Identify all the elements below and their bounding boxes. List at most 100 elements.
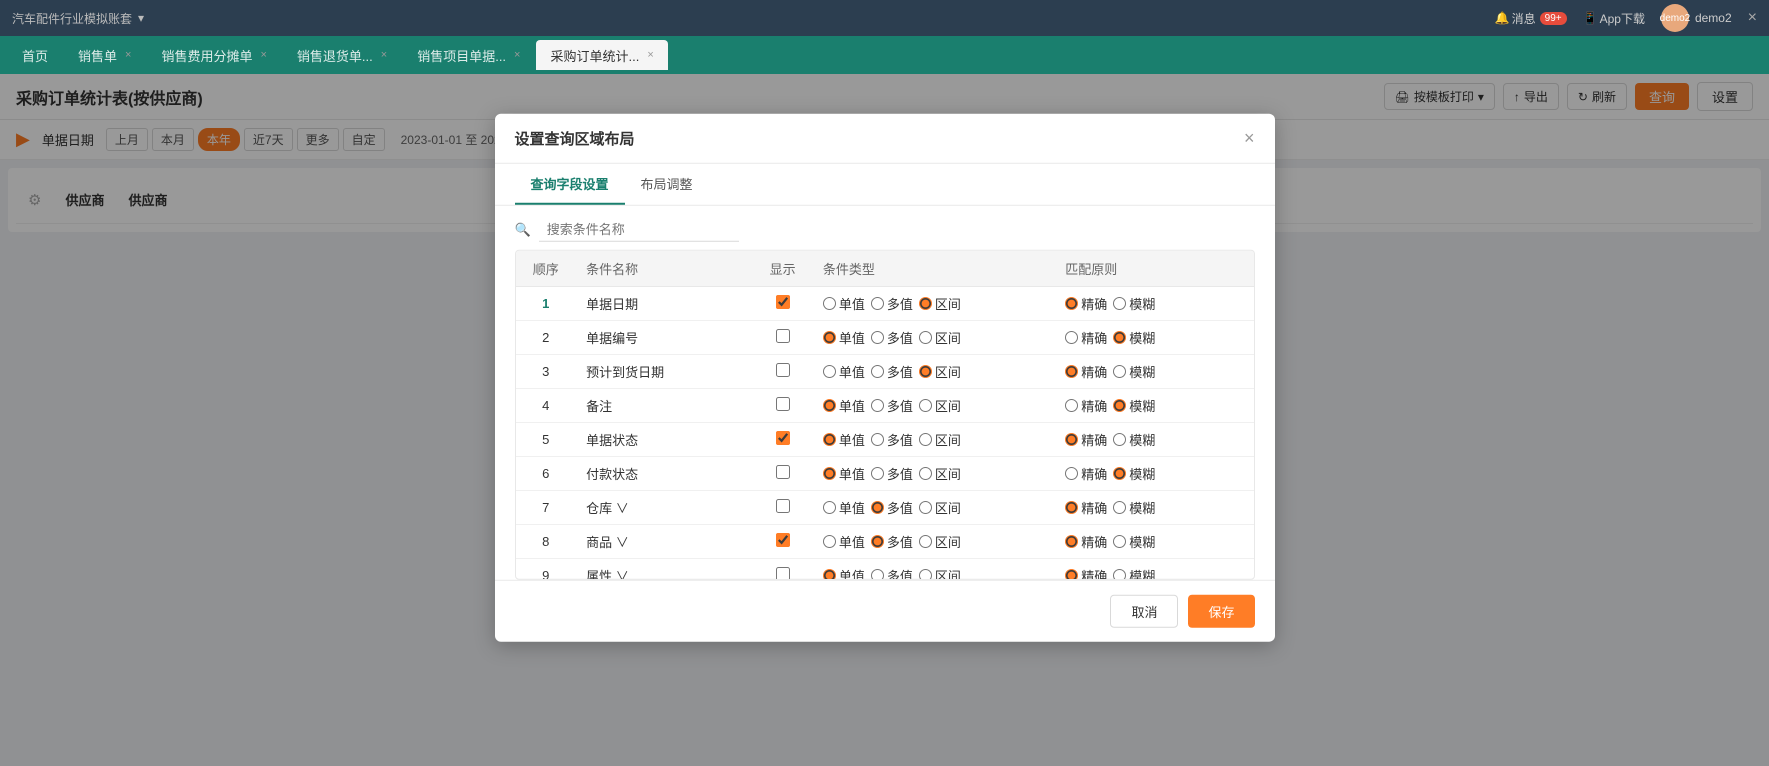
match-radio[interactable]: [1065, 501, 1078, 514]
match-radio-item[interactable]: 模糊: [1113, 566, 1155, 580]
type-radio[interactable]: [919, 399, 932, 412]
window-close-button[interactable]: ×: [1748, 9, 1757, 27]
match-radio[interactable]: [1113, 297, 1126, 310]
tab-sales-expense-close[interactable]: ×: [260, 49, 266, 61]
match-radio[interactable]: [1113, 569, 1126, 580]
search-conditions-input[interactable]: [539, 218, 739, 242]
match-radio[interactable]: [1113, 501, 1126, 514]
type-radio[interactable]: [871, 535, 884, 548]
type-radio-item[interactable]: 单值: [823, 362, 865, 381]
display-checkbox[interactable]: [776, 499, 790, 513]
type-radio-item[interactable]: 区间: [919, 362, 961, 381]
type-radio[interactable]: [871, 433, 884, 446]
match-radio-item[interactable]: 模糊: [1113, 532, 1155, 551]
row-display-cell[interactable]: [752, 354, 813, 388]
type-radio[interactable]: [871, 399, 884, 412]
tab-home[interactable]: 首页: [8, 40, 62, 70]
tab-sales-return[interactable]: 销售退货单... ×: [283, 40, 401, 70]
match-radio-item[interactable]: 精确: [1065, 294, 1107, 313]
match-radio-item[interactable]: 模糊: [1113, 430, 1155, 449]
type-radio[interactable]: [823, 467, 836, 480]
type-radio[interactable]: [919, 365, 932, 378]
type-radio[interactable]: [823, 433, 836, 446]
type-radio[interactable]: [871, 331, 884, 344]
match-radio-item[interactable]: 精确: [1065, 464, 1107, 483]
tab-sales-expense[interactable]: 销售费用分摊单 ×: [147, 40, 280, 70]
type-radio-item[interactable]: 多值: [871, 566, 913, 580]
download-area[interactable]: 📱 App下载: [1583, 10, 1645, 27]
match-radio[interactable]: [1113, 365, 1126, 378]
match-radio-item[interactable]: 模糊: [1113, 464, 1155, 483]
match-radio[interactable]: [1113, 467, 1126, 480]
tab-sales-order-close[interactable]: ×: [125, 49, 131, 61]
notification-area[interactable]: 🔔 消息 99+: [1495, 10, 1567, 27]
modal-tab-query-fields[interactable]: 查询字段设置: [515, 164, 625, 205]
tab-4[interactable]: 销售项目单据... ×: [403, 40, 534, 70]
type-radio[interactable]: [871, 569, 884, 580]
type-radio[interactable]: [919, 297, 932, 310]
match-radio[interactable]: [1065, 569, 1078, 580]
type-radio-item[interactable]: 区间: [919, 464, 961, 483]
type-radio-item[interactable]: 单值: [823, 566, 865, 580]
type-radio[interactable]: [871, 501, 884, 514]
type-radio[interactable]: [919, 467, 932, 480]
match-radio[interactable]: [1065, 433, 1078, 446]
display-checkbox[interactable]: [776, 465, 790, 479]
type-radio[interactable]: [919, 331, 932, 344]
display-checkbox[interactable]: [776, 397, 790, 411]
tab-purchase-stats[interactable]: 采购订单统计... ×: [536, 40, 667, 70]
display-checkbox[interactable]: [776, 329, 790, 343]
dropdown-icon[interactable]: ▾: [138, 11, 144, 25]
type-radio[interactable]: [823, 399, 836, 412]
row-display-cell[interactable]: [752, 388, 813, 422]
type-radio-item[interactable]: 单值: [823, 294, 865, 313]
type-radio[interactable]: [919, 535, 932, 548]
row-display-cell[interactable]: [752, 422, 813, 456]
type-radio[interactable]: [919, 569, 932, 580]
type-radio-item[interactable]: 多值: [871, 328, 913, 347]
match-radio[interactable]: [1065, 399, 1078, 412]
match-radio[interactable]: [1113, 433, 1126, 446]
type-radio-item[interactable]: 单值: [823, 430, 865, 449]
row-display-cell[interactable]: [752, 456, 813, 490]
match-radio-item[interactable]: 模糊: [1113, 294, 1155, 313]
user-area[interactable]: demo2 demo2: [1661, 4, 1732, 32]
type-radio-item[interactable]: 多值: [871, 396, 913, 415]
type-radio-item[interactable]: 单值: [823, 532, 865, 551]
type-radio-item[interactable]: 区间: [919, 430, 961, 449]
cancel-button[interactable]: 取消: [1110, 595, 1178, 628]
match-radio-item[interactable]: 精确: [1065, 328, 1107, 347]
type-radio-item[interactable]: 区间: [919, 532, 961, 551]
tab-4-close[interactable]: ×: [514, 49, 520, 61]
modal-tab-layout[interactable]: 布局调整: [625, 164, 709, 205]
match-radio-item[interactable]: 精确: [1065, 396, 1107, 415]
display-checkbox[interactable]: [776, 295, 790, 309]
match-radio[interactable]: [1065, 467, 1078, 480]
type-radio-item[interactable]: 多值: [871, 464, 913, 483]
row-display-cell[interactable]: [752, 320, 813, 354]
type-radio[interactable]: [919, 501, 932, 514]
display-checkbox[interactable]: [776, 431, 790, 445]
tab-purchase-stats-close[interactable]: ×: [647, 49, 653, 61]
type-radio[interactable]: [823, 365, 836, 378]
type-radio-item[interactable]: 多值: [871, 498, 913, 517]
type-radio[interactable]: [823, 297, 836, 310]
modal-table-container[interactable]: 顺序 条件名称 显示 条件类型 匹配原则 1单据日期单值多值区间精确模糊2单据编…: [515, 250, 1255, 580]
save-button[interactable]: 保存: [1188, 595, 1254, 628]
match-radio[interactable]: [1113, 399, 1126, 412]
type-radio[interactable]: [823, 569, 836, 580]
match-radio[interactable]: [1065, 535, 1078, 548]
match-radio[interactable]: [1065, 297, 1078, 310]
match-radio-item[interactable]: 模糊: [1113, 328, 1155, 347]
tab-sales-order[interactable]: 销售单 ×: [64, 40, 145, 70]
type-radio-item[interactable]: 区间: [919, 396, 961, 415]
type-radio[interactable]: [823, 331, 836, 344]
row-display-cell[interactable]: [752, 524, 813, 558]
modal-close-button[interactable]: ×: [1244, 128, 1255, 149]
type-radio-item[interactable]: 区间: [919, 566, 961, 580]
type-radio-item[interactable]: 单值: [823, 328, 865, 347]
type-radio-item[interactable]: 区间: [919, 328, 961, 347]
match-radio-item[interactable]: 精确: [1065, 430, 1107, 449]
match-radio-item[interactable]: 模糊: [1113, 362, 1155, 381]
row-display-cell[interactable]: [752, 286, 813, 320]
